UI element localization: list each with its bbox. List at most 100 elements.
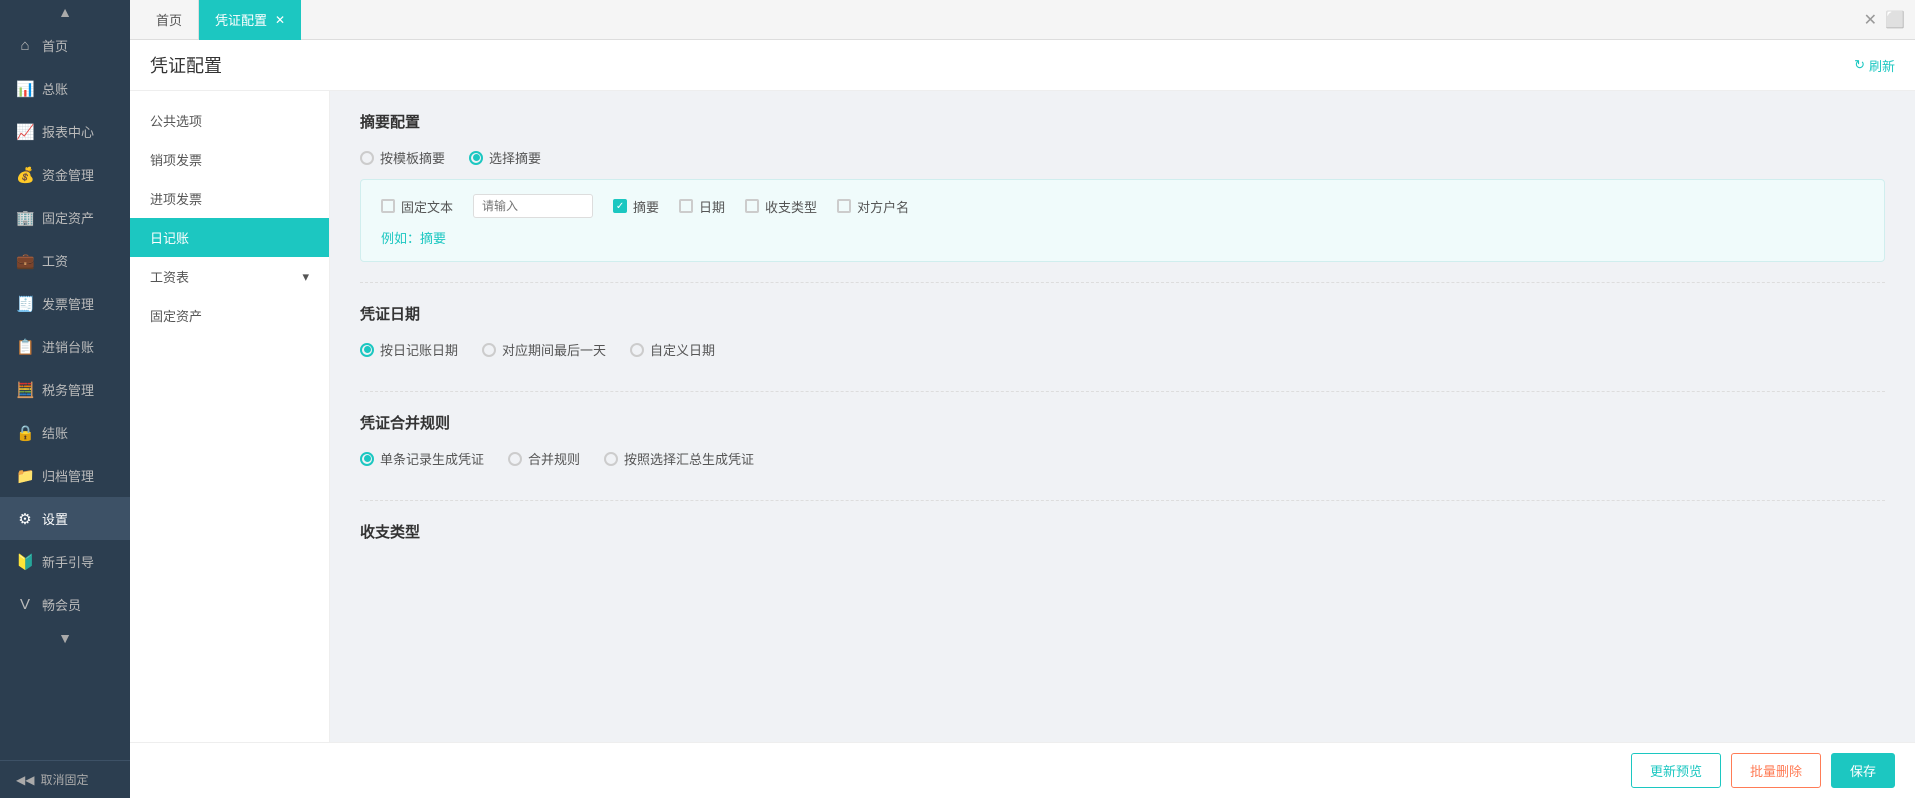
checkbox-box-date <box>679 199 693 213</box>
invoices-icon: 🧾 <box>16 295 34 313</box>
radio-circle-summary-by-selection <box>604 452 618 466</box>
settings-icon: ⚙ <box>16 510 34 528</box>
radio-circle-template <box>360 151 374 165</box>
checkbox-counterpart[interactable]: 对方户名 <box>837 197 909 216</box>
radio-summary-by-selection[interactable]: 按照选择汇总生成凭证 <box>604 449 754 468</box>
checkbox-summary[interactable]: ✓ 摘要 <box>613 197 659 216</box>
update-preview-button[interactable]: 更新预览 <box>1631 753 1721 788</box>
left-nav-fixed-assets[interactable]: 固定资产 <box>130 296 329 335</box>
main-area: 首页 凭证配置 ✕ ✕ ⬜ 凭证配置 ↻ 刷新 公共选项 <box>130 0 1915 798</box>
checkbox-box-summary: ✓ <box>613 199 627 213</box>
tax-icon: 🧮 <box>16 381 34 399</box>
radio-by-journal-date[interactable]: 按日记账日期 <box>360 340 458 359</box>
sidebar-item-capital[interactable]: 💰 资金管理 <box>0 153 130 196</box>
left-nav-public[interactable]: 公共选项 <box>130 101 329 140</box>
left-nav-purchase-invoice[interactable]: 进项发票 <box>130 179 329 218</box>
sidebar-unpin-button[interactable]: ◀◀ 取消固定 <box>0 760 130 798</box>
summary-example: 例如：摘要 <box>381 228 1864 247</box>
radio-circle-journal-date <box>360 343 374 357</box>
radio-circle-last-day <box>482 343 496 357</box>
radio-select-summary[interactable]: 选择摘要 <box>469 148 541 167</box>
sidebar-scroll-up[interactable]: ▲ <box>0 0 130 24</box>
tab-home[interactable]: 首页 <box>140 0 199 40</box>
checkbox-box-fixed-text <box>381 199 395 213</box>
radio-merge-rules[interactable]: 合并规则 <box>508 449 580 468</box>
sidebar-item-archive[interactable]: 📁 归档管理 <box>0 454 130 497</box>
radio-circle-merge-rules <box>508 452 522 466</box>
summary-radio-group: 按模板摘要 选择摘要 <box>360 148 1885 167</box>
income-type-section: 收支类型 <box>360 521 1885 578</box>
left-nav-journal[interactable]: 日记账 <box>130 218 329 257</box>
sidebar-item-home[interactable]: ⌂ 首页 <box>0 24 130 67</box>
sidebar-item-member[interactable]: V 畅会员 <box>0 583 130 626</box>
home-icon: ⌂ <box>16 37 34 54</box>
sidebar-item-purchase[interactable]: 📋 进销台账 <box>0 325 130 368</box>
radio-template-summary[interactable]: 按模板摘要 <box>360 148 445 167</box>
voucher-date-section: 凭证日期 按日记账日期 对应期间最后一天 自定义日期 <box>360 303 1885 392</box>
radio-last-day[interactable]: 对应期间最后一天 <box>482 340 606 359</box>
page-content: 凭证配置 ↻ 刷新 公共选项 销项发票 进项发票 日记账 <box>130 40 1915 798</box>
summary-config-box: 固定文本 ✓ 摘要 日期 <box>360 179 1885 262</box>
salary-icon: 💼 <box>16 252 34 270</box>
guide-icon: 🔰 <box>16 553 34 571</box>
left-nav-payroll[interactable]: 工资表 ▾ <box>130 257 329 296</box>
sidebar-item-reports[interactable]: 📈 报表中心 <box>0 110 130 153</box>
sidebar-item-assets[interactable]: 🏢 固定资产 <box>0 196 130 239</box>
sidebar-item-closing[interactable]: 🔒 结账 <box>0 411 130 454</box>
merge-rules-radio-group: 单条记录生成凭证 合并规则 按照选择汇总生成凭证 <box>360 449 1885 468</box>
summary-config-title: 摘要配置 <box>360 111 1885 132</box>
summary-checkboxes: 固定文本 ✓ 摘要 日期 <box>381 194 1864 218</box>
member-icon: V <box>16 596 34 613</box>
checkbox-income-type[interactable]: 收支类型 <box>745 197 817 216</box>
capital-icon: 💰 <box>16 166 34 184</box>
income-type-title: 收支类型 <box>360 521 1885 542</box>
chevron-down-icon: ▾ <box>302 269 309 285</box>
fixed-text-input[interactable] <box>473 194 593 218</box>
radio-circle-single-record <box>360 452 374 466</box>
content-layout: 公共选项 销项发票 进项发票 日记账 工资表 ▾ 固定资产 <box>130 91 1915 742</box>
radio-circle-select <box>469 151 483 165</box>
pin-icon: ◀◀ <box>16 773 34 787</box>
sidebar-item-settings[interactable]: ⚙ 设置 <box>0 497 130 540</box>
purchase-icon: 📋 <box>16 338 34 356</box>
sidebar-scroll-down[interactable]: ▼ <box>0 626 130 650</box>
bottom-action-bar: 更新预览 批量删除 保存 <box>130 742 1915 798</box>
radio-single-record[interactable]: 单条记录生成凭证 <box>360 449 484 468</box>
tab-close-button[interactable]: ✕ <box>275 13 285 27</box>
merge-rules-title: 凭证合并规则 <box>360 412 1885 433</box>
closing-icon: 🔒 <box>16 424 34 442</box>
sidebar-item-salary[interactable]: 💼 工资 <box>0 239 130 282</box>
batch-delete-button[interactable]: 批量删除 <box>1731 753 1821 788</box>
refresh-icon: ↻ <box>1854 57 1865 73</box>
window-close-button[interactable]: ✕ <box>1864 10 1877 30</box>
refresh-button[interactable]: ↻ 刷新 <box>1854 56 1895 75</box>
sidebar-item-tax[interactable]: 🧮 税务管理 <box>0 368 130 411</box>
sidebar-item-ledger[interactable]: 📊 总账 <box>0 67 130 110</box>
voucher-date-radio-group: 按日记账日期 对应期间最后一天 自定义日期 <box>360 340 1885 359</box>
archive-icon: 📁 <box>16 467 34 485</box>
merge-rules-section: 凭证合并规则 单条记录生成凭证 合并规则 按照选择汇总生成凭证 <box>360 412 1885 501</box>
sidebar-item-invoices[interactable]: 🧾 发票管理 <box>0 282 130 325</box>
checkbox-box-income-type <box>745 199 759 213</box>
ledger-icon: 📊 <box>16 80 34 98</box>
checkbox-fixed-text[interactable]: 固定文本 <box>381 197 453 216</box>
tab-bar: 首页 凭证配置 ✕ ✕ ⬜ <box>130 0 1915 40</box>
checkbox-box-counterpart <box>837 199 851 213</box>
assets-icon: 🏢 <box>16 209 34 227</box>
voucher-date-title: 凭证日期 <box>360 303 1885 324</box>
checkbox-date[interactable]: 日期 <box>679 197 725 216</box>
summary-config-section: 摘要配置 按模板摘要 选择摘要 <box>360 111 1885 283</box>
radio-custom-date[interactable]: 自定义日期 <box>630 340 715 359</box>
window-maximize-button[interactable]: ⬜ <box>1885 10 1905 30</box>
tab-voucher-config[interactable]: 凭证配置 ✕ <box>199 0 301 40</box>
left-nav-sales-invoice[interactable]: 销项发票 <box>130 140 329 179</box>
save-button[interactable]: 保存 <box>1831 753 1895 788</box>
right-content: 摘要配置 按模板摘要 选择摘要 <box>330 91 1915 742</box>
sidebar-item-guide[interactable]: 🔰 新手引导 <box>0 540 130 583</box>
radio-circle-custom-date <box>630 343 644 357</box>
sidebar: ▲ ⌂ 首页 📊 总账 📈 报表中心 💰 资金管理 🏢 固定资产 💼 工资 🧾 … <box>0 0 130 798</box>
page-title: 凭证配置 <box>150 52 222 78</box>
page-header: 凭证配置 ↻ 刷新 <box>130 40 1915 91</box>
reports-icon: 📈 <box>16 123 34 141</box>
window-controls: ✕ ⬜ <box>1864 10 1905 30</box>
